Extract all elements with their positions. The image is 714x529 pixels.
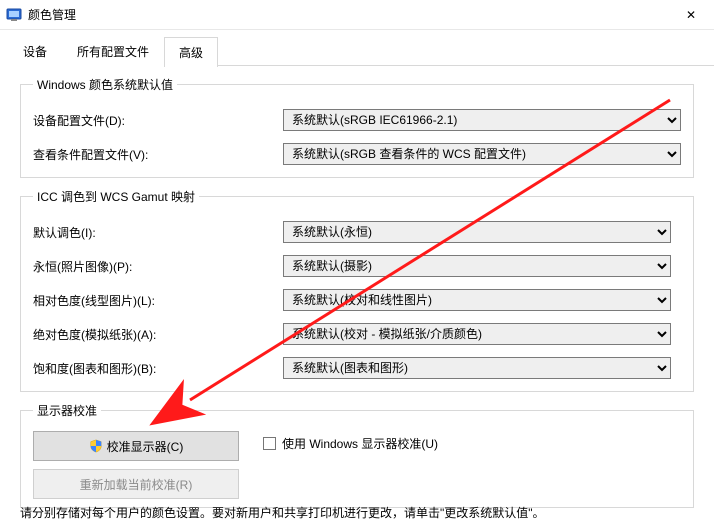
close-button[interactable]: ✕: [668, 0, 714, 30]
group-icc-mapping: ICC 调色到 WCS Gamut 映射 默认调色(I): 系统默认(永恒) 永…: [20, 188, 694, 392]
calibrate-display-button[interactable]: 校准显示器(C): [33, 431, 239, 461]
uac-shield-icon: [89, 439, 103, 453]
row-perpetual: 永恒(照片图像)(P): 系统默认(摄影): [33, 249, 681, 283]
group-calib-legend: 显示器校准: [33, 402, 101, 419]
label-device-profile: 设备配置文件(D):: [33, 112, 283, 129]
titlebar: 颜色管理 ✕: [0, 0, 714, 30]
close-icon: ✕: [686, 8, 696, 22]
tab-all-profiles[interactable]: 所有配置文件: [62, 36, 164, 66]
group-windows-defaults: Windows 颜色系统默认值 设备配置文件(D): 系统默认(sRGB IEC…: [20, 76, 694, 178]
row-view-condition: 查看条件配置文件(V): 系统默认(sRGB 查看条件的 WCS 配置文件): [33, 137, 681, 171]
select-absolute-colorimetric[interactable]: 系统默认(校对 - 模拟纸张/介质颜色): [283, 323, 671, 345]
checkbox-icon: [263, 437, 276, 450]
group-icc-legend: ICC 调色到 WCS Gamut 映射: [33, 188, 199, 205]
label-absolute-colorimetric: 绝对色度(模拟纸张)(A):: [33, 326, 283, 343]
select-view-condition[interactable]: 系统默认(sRGB 查看条件的 WCS 配置文件): [283, 143, 681, 165]
select-perpetual[interactable]: 系统默认(摄影): [283, 255, 671, 277]
window-title: 颜色管理: [28, 6, 668, 23]
tab-devices[interactable]: 设备: [8, 36, 62, 66]
select-relative-colorimetric[interactable]: 系统默认(校对和线性图片): [283, 289, 671, 311]
row-default-map: 默认调色(I): 系统默认(永恒): [33, 215, 681, 249]
group-display-calibration: 显示器校准 校准显示器(C) 重新加载当前校准(R): [20, 402, 694, 508]
calibrate-display-label: 校准显示器(C): [107, 438, 184, 455]
row-relative-colorimetric: 相对色度(线型图片)(L): 系统默认(校对和线性图片): [33, 283, 681, 317]
group-windows-defaults-legend: Windows 颜色系统默认值: [33, 76, 177, 93]
tab-advanced[interactable]: 高级: [164, 37, 218, 67]
select-default-map[interactable]: 系统默认(永恒): [283, 221, 671, 243]
tab-panel-advanced: Windows 颜色系统默认值 设备配置文件(D): 系统默认(sRGB IEC…: [0, 66, 714, 508]
label-view-condition: 查看条件配置文件(V):: [33, 146, 283, 163]
reload-calibration-button[interactable]: 重新加载当前校准(R): [33, 469, 239, 499]
select-device-profile[interactable]: 系统默认(sRGB IEC61966-2.1): [283, 109, 681, 131]
label-saturation: 饱和度(图表和图形)(B):: [33, 360, 283, 377]
label-relative-colorimetric: 相对色度(线型图片)(L):: [33, 292, 283, 309]
label-default-map: 默认调色(I):: [33, 224, 283, 241]
app-icon: [6, 7, 22, 23]
use-windows-calibration-label: 使用 Windows 显示器校准(U): [282, 435, 438, 452]
footer-note: 请分别存储对每个用户的颜色设置。要对新用户和共享打印机进行更改，请单击"更改系统…: [20, 504, 545, 521]
tab-divider: [218, 36, 714, 66]
label-perpetual: 永恒(照片图像)(P):: [33, 258, 283, 275]
row-device-profile: 设备配置文件(D): 系统默认(sRGB IEC61966-2.1): [33, 103, 681, 137]
tab-strip: 设备 所有配置文件 高级: [8, 36, 714, 66]
reload-calibration-label: 重新加载当前校准(R): [80, 476, 193, 493]
row-saturation: 饱和度(图表和图形)(B): 系统默认(图表和图形): [33, 351, 681, 385]
use-windows-calibration-checkbox[interactable]: 使用 Windows 显示器校准(U): [263, 435, 438, 452]
row-absolute-colorimetric: 绝对色度(模拟纸张)(A): 系统默认(校对 - 模拟纸张/介质颜色): [33, 317, 681, 351]
select-saturation[interactable]: 系统默认(图表和图形): [283, 357, 671, 379]
